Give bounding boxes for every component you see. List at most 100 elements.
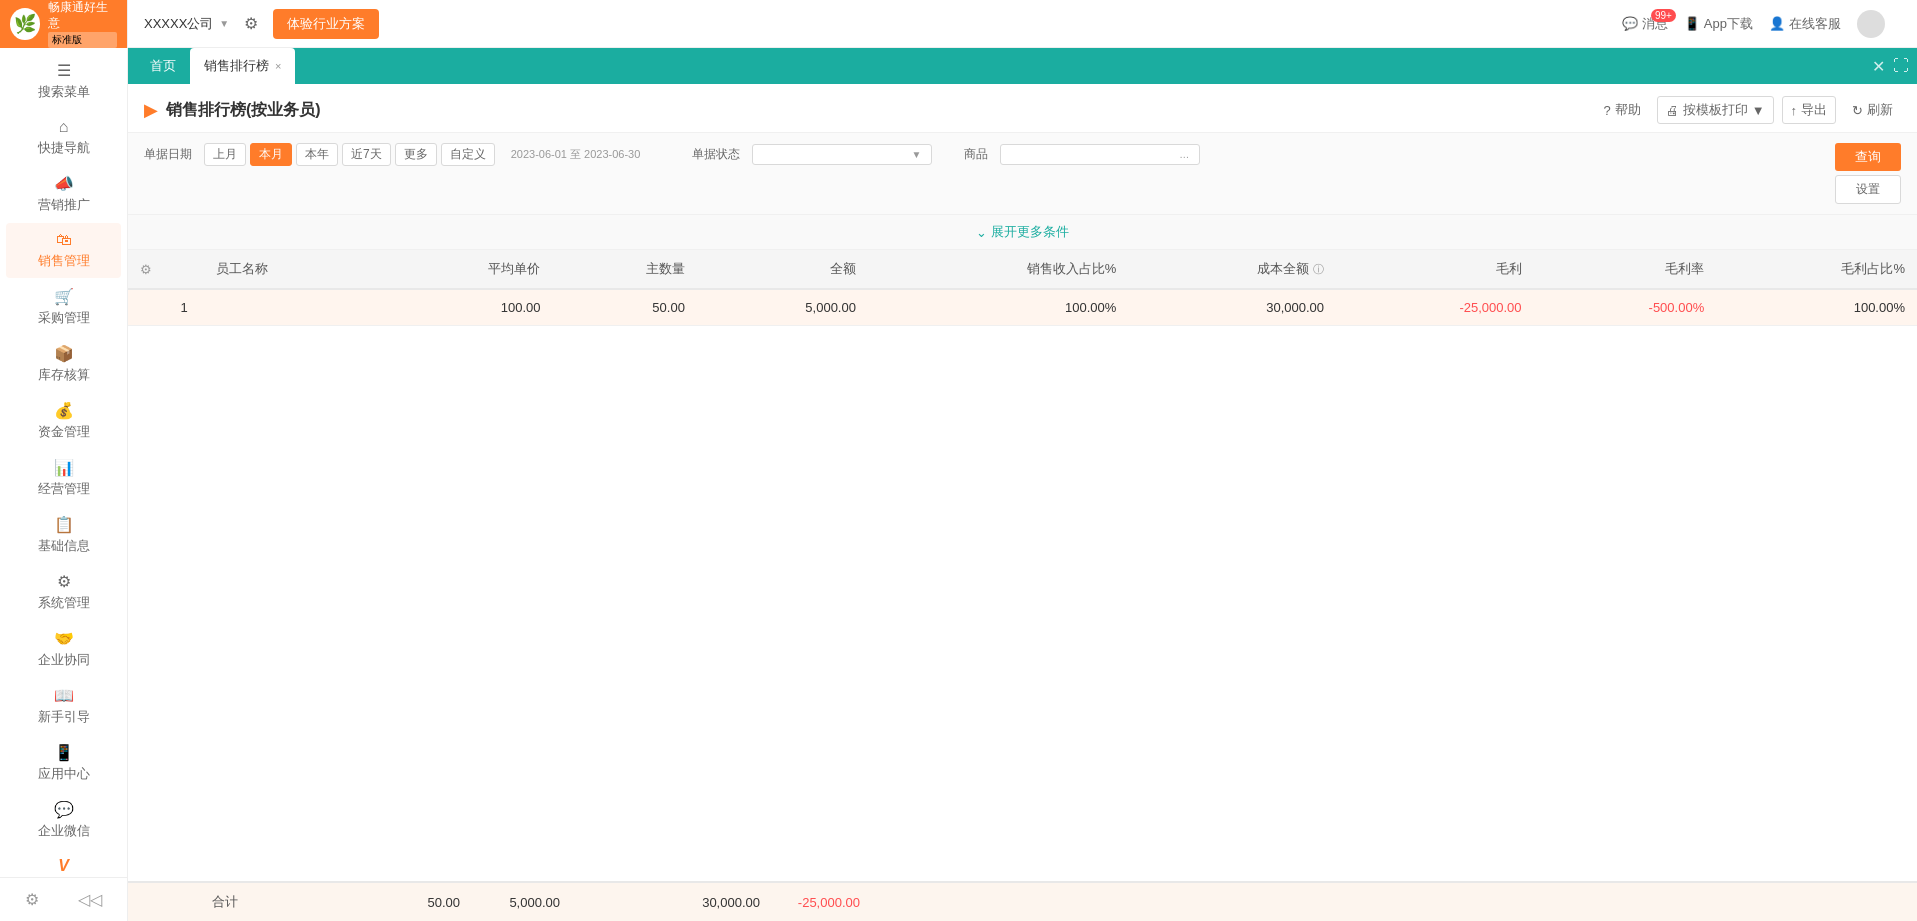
row-profit: -25,000.00 [1336,289,1534,326]
sidebar-item-apps[interactable]: 📱 应用中心 [6,735,121,791]
apps-icon: 📱 [54,743,74,762]
sidebar-item-label: 资金管理 [38,423,90,441]
logo-text: 畅康通好生意 标准版 [48,0,117,47]
page-header: ▶ 销售排行榜(按业务员) ? 帮助 🖨 按模板打印 ▼ ↑ 导出 [128,84,1917,133]
export-button[interactable]: ↑ 导出 [1782,96,1837,124]
cost-info-icon[interactable]: ⓘ [1313,263,1324,275]
col-profit: 毛利 [1336,250,1534,289]
tab-bar: 首页 销售排行榜 × ✕ ⛶ [128,48,1917,84]
message-button[interactable]: 💬 消息 99+ [1622,15,1668,33]
page-actions: ? 帮助 🖨 按模板打印 ▼ ↑ 导出 ↻ 刷新 [1595,96,1901,124]
refresh-button[interactable]: ↻ 刷新 [1844,97,1901,123]
trial-button[interactable]: 体验行业方案 [273,9,379,39]
tab-expand-icon[interactable]: ⛶ [1893,57,1909,76]
logo-tag: 标准版 [48,32,117,48]
operations-icon: 📊 [54,458,74,477]
online-service-button[interactable]: 👤 在线客服 [1769,15,1841,33]
row-qty: 50.00 [552,289,696,326]
sidebar-item-wechat[interactable]: 💬 企业微信 [6,792,121,848]
download-icon: 📱 [1684,16,1700,31]
sidebar-item-member[interactable]: V 畅会员 [6,849,121,877]
tab-sales-ranking[interactable]: 销售排行榜 × [190,48,295,84]
settings-bottom-icon[interactable]: ⚙ [21,886,43,913]
more-button[interactable]: 更多 [395,143,437,166]
help-button[interactable]: ? 帮助 [1595,97,1648,123]
goods-select[interactable]: … [1000,144,1200,165]
current-month-button[interactable]: 本月 [250,143,292,166]
expand-more-icon: ⌄ [976,225,987,240]
service-label: 在线客服 [1789,15,1841,33]
sidebar-item-label: 搜索菜单 [38,83,90,101]
current-year-button[interactable]: 本年 [296,143,338,166]
status-select[interactable]: ▼ [752,144,932,165]
basic-icon: 📋 [54,515,74,534]
sidebar-logo: 🌿 畅康通好生意 标准版 [0,0,127,48]
company-settings-button[interactable]: ⚙ [237,10,265,38]
col-rank [164,250,204,289]
print-label: 按模板打印 [1683,101,1748,119]
company-name: XXXXX公司 [144,15,213,33]
tab-close-icon[interactable]: × [275,60,281,72]
row-settings-col[interactable] [128,289,164,326]
sidebar-item-collab[interactable]: 🤝 企业协同 [6,621,121,677]
sidebar-item-label: 销售管理 [38,252,90,270]
sidebar-item-operations[interactable]: 📊 经营管理 [6,450,121,506]
logo-title: 畅康通好生意 [48,0,117,31]
sidebar-item-search[interactable]: ☰ 搜索菜单 [6,53,121,109]
service-icon: 👤 [1769,16,1785,31]
footer-cost: 30,000.00 [672,895,772,910]
collab-icon: 🤝 [54,629,74,648]
sidebar-nav: ☰ 搜索菜单 ⌂ 快捷导航 📣 营销推广 🛍 销售管理 🛒 采购管理 📦 库存核… [0,48,127,877]
footer-amount: 5,000.00 [472,895,572,910]
sidebar-item-label: 库存核算 [38,366,90,384]
footer-label: 合计 [212,893,312,911]
search-icon: ☰ [57,61,71,80]
company-selector[interactable]: XXXXX公司 ▼ [144,15,229,33]
goods-label: 商品 [964,146,988,163]
goods-arrow-icon: … [1179,149,1189,160]
refresh-label: 刷新 [1867,101,1893,119]
sidebar-item-system[interactable]: ⚙ 系统管理 [6,564,121,620]
custom-button[interactable]: 自定义 [441,143,495,166]
tab-home-label: 首页 [150,57,176,75]
collapse-sidebar-icon[interactable]: ◁◁ [74,886,106,913]
recent7-button[interactable]: 近7天 [342,143,391,166]
col-settings[interactable]: ⚙ [128,250,164,289]
tab-close-all-icon[interactable]: ✕ [1872,57,1885,76]
sidebar-item-inventory[interactable]: 📦 库存核算 [6,336,121,392]
table-container: ⚙ 员工名称 平均单价 主数量 全额 销售收入占比% 成本全额 ⓘ 毛利 毛利率 [128,250,1917,881]
table-body: 1 100.00 50.00 5,000.00 100.00% 30,000.0… [128,289,1917,326]
sidebar-item-label: 基础信息 [38,537,90,555]
expand-more-conditions[interactable]: ⌄ 展开更多条件 [128,215,1917,250]
sidebar-item-finance[interactable]: 💰 资金管理 [6,393,121,449]
sidebar-item-guide[interactable]: 📖 新手引导 [6,678,121,734]
print-arrow-icon: ▼ [1752,103,1765,118]
status-arrow-icon: ▼ [911,149,921,160]
query-button[interactable]: 查询 [1835,143,1901,171]
date-label: 单据日期 [144,146,192,163]
avatar[interactable] [1857,10,1885,38]
prev-month-button[interactable]: 上月 [204,143,246,166]
date-range-display: 2023-06-01 至 2023-06-30 [511,147,641,162]
app-download-button[interactable]: 📱 App下载 [1684,15,1753,33]
print-button[interactable]: 🖨 按模板打印 ▼ [1657,96,1774,124]
sidebar-item-quick[interactable]: ⌂ 快捷导航 [6,110,121,165]
logo-icon: 🌿 [10,8,40,40]
sidebar-item-label: 经营管理 [38,480,90,498]
sidebar-item-basic[interactable]: 📋 基础信息 [6,507,121,563]
help-icon: ? [1603,103,1610,118]
expand-arrow-icon[interactable]: ▶ [144,99,158,121]
sidebar-item-marketing[interactable]: 📣 营销推广 [6,166,121,222]
print-icon: 🖨 [1666,103,1679,118]
member-icon: V [58,857,69,875]
filter-settings-button[interactable]: 设置 [1835,175,1901,204]
table-row: 1 100.00 50.00 5,000.00 100.00% 30,000.0… [128,289,1917,326]
footer-qty: 50.00 [392,895,472,910]
sidebar-item-label: 采购管理 [38,309,90,327]
tab-home[interactable]: 首页 [136,48,190,84]
col-amount: 全额 [697,250,868,289]
inventory-icon: 📦 [54,344,74,363]
sidebar-item-purchase[interactable]: 🛒 采购管理 [6,279,121,335]
top-header: XXXXX公司 ▼ ⚙ 体验行业方案 💬 消息 99+ 📱 App下载 👤 在线… [128,0,1917,48]
sidebar-item-sales[interactable]: 🛍 销售管理 [6,223,121,278]
